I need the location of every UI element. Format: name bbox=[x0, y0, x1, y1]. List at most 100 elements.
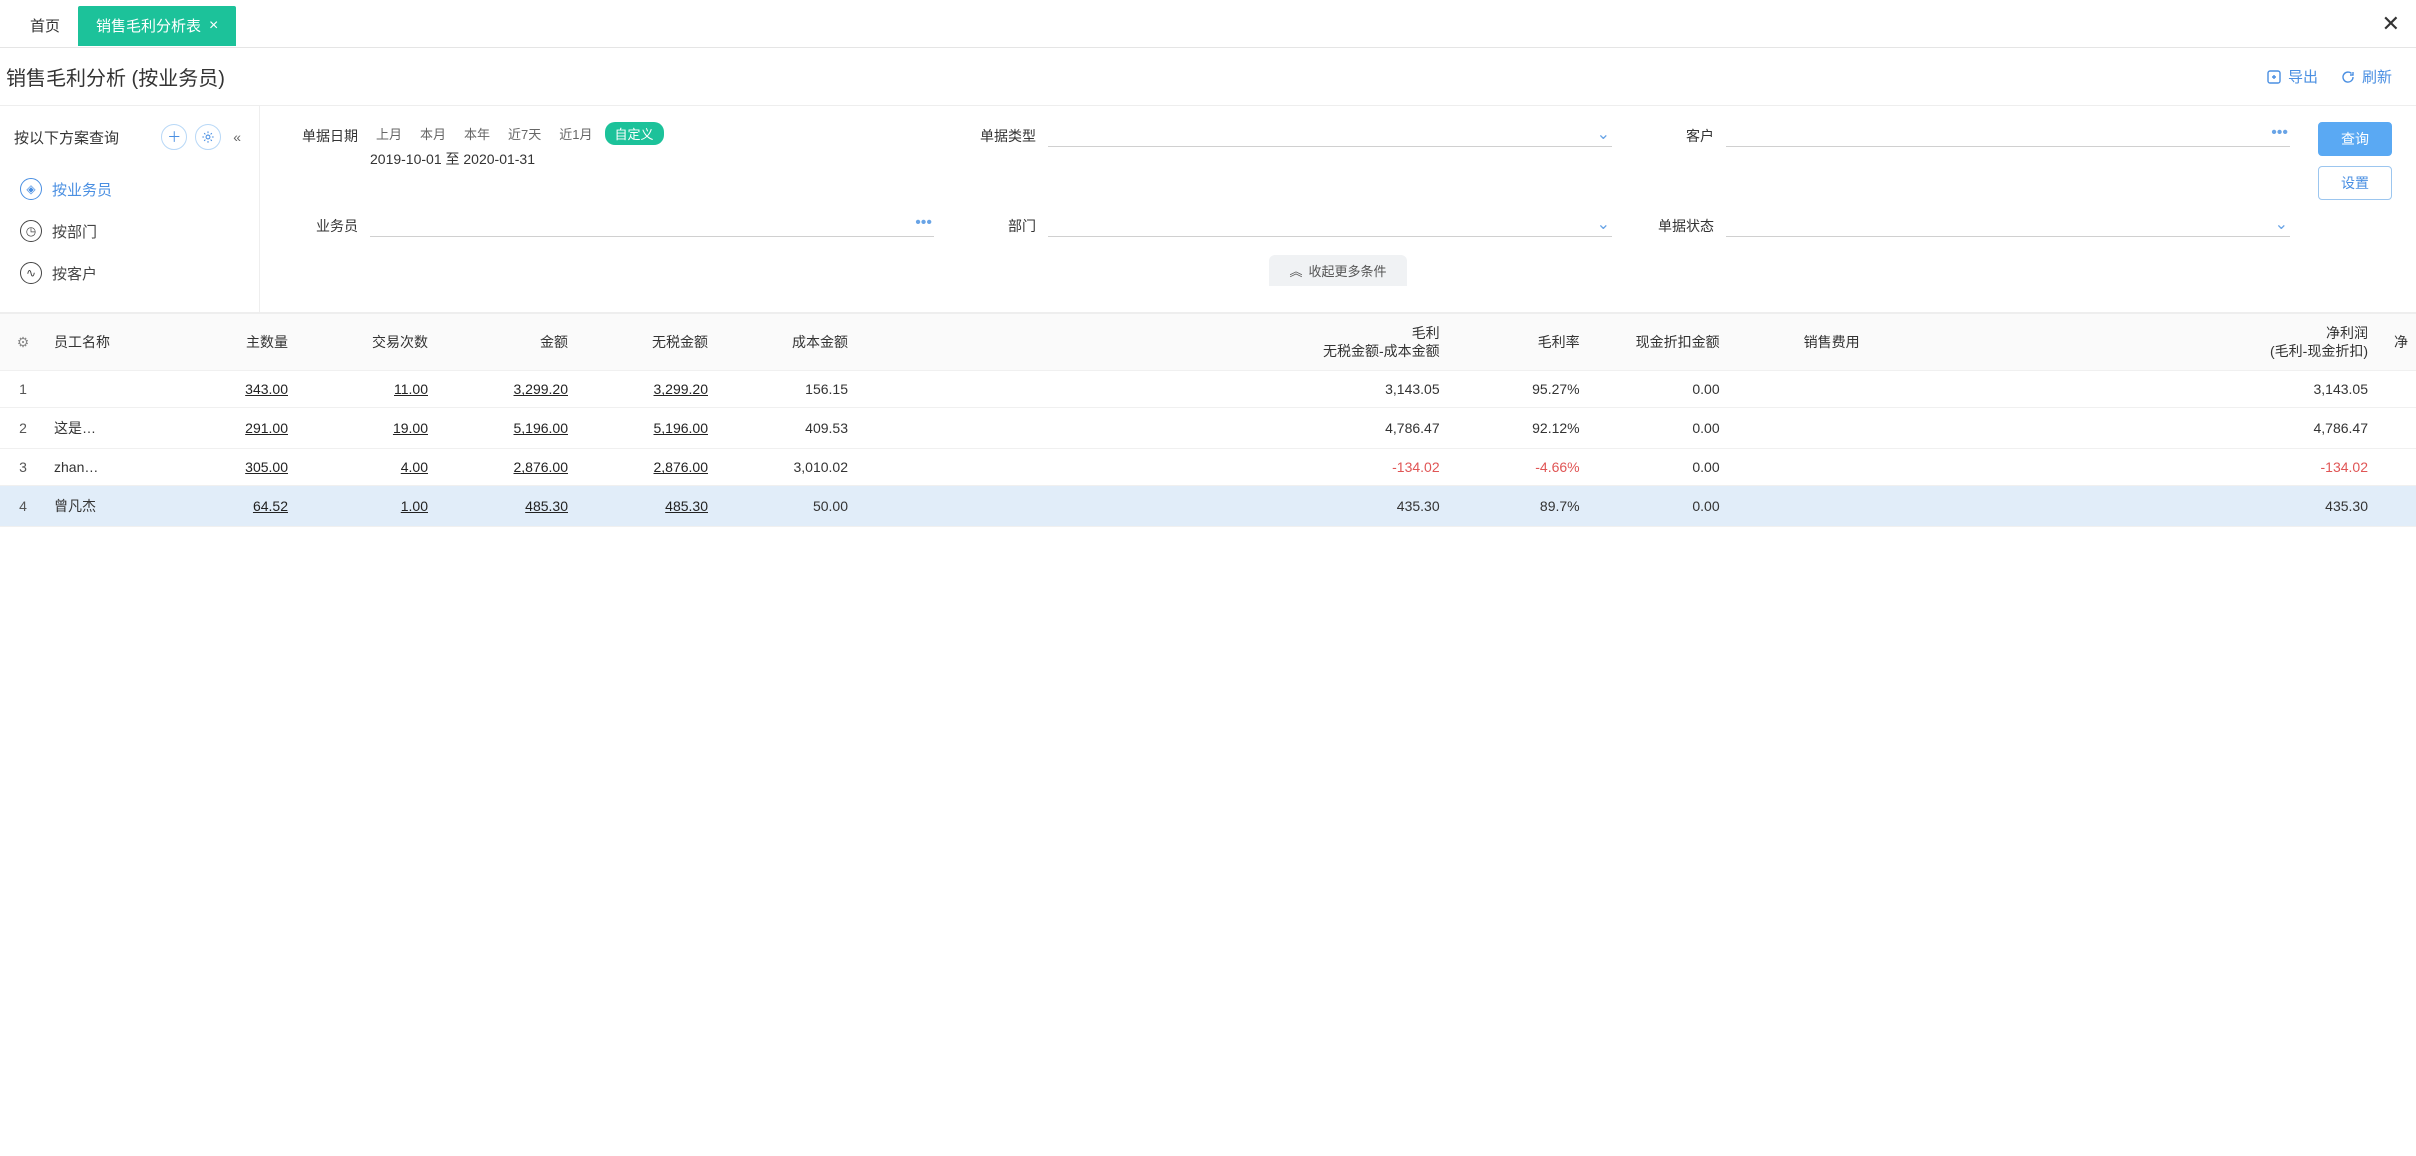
sidebar-item-customer[interactable]: ∿ 按客户 bbox=[14, 252, 245, 294]
cell-margin: 92.12% bbox=[1448, 408, 1588, 449]
query-button[interactable]: 查询 bbox=[2318, 122, 2392, 156]
cell-amount-notax[interactable]: 5,196.00 bbox=[576, 408, 716, 449]
col-amount[interactable]: 金额 bbox=[436, 314, 576, 371]
date-range[interactable]: 2019-10-01 至 2020-01-31 bbox=[370, 149, 934, 169]
chevron-down-icon[interactable]: ⌄ bbox=[1597, 124, 1610, 144]
col-extra[interactable]: 净 bbox=[2376, 314, 2416, 371]
chevron-down-icon[interactable]: ⌄ bbox=[1597, 214, 1610, 234]
filter-label-dept: 部门 bbox=[962, 212, 1036, 236]
tab-active-label: 销售毛利分析表 bbox=[96, 15, 201, 36]
cell-txn[interactable]: 11.00 bbox=[296, 371, 436, 408]
cell-txn[interactable]: 4.00 bbox=[296, 449, 436, 486]
add-scheme-button[interactable]: ＋ bbox=[161, 124, 187, 150]
cell-amount[interactable]: 5,196.00 bbox=[436, 408, 576, 449]
global-close-icon[interactable]: ✕ bbox=[2382, 11, 2400, 37]
filter-label-date: 单据日期 bbox=[284, 122, 358, 146]
cell-net: -134.02 bbox=[1868, 449, 2376, 486]
col-txn[interactable]: 交易次数 bbox=[296, 314, 436, 371]
row-index: 1 bbox=[0, 371, 46, 408]
tab-active[interactable]: 销售毛利分析表 × bbox=[78, 6, 236, 46]
cell-net: 4,786.47 bbox=[1868, 408, 2376, 449]
row-index: 3 bbox=[0, 449, 46, 486]
cell-qty[interactable]: 64.52 bbox=[156, 486, 296, 527]
col-salesfee[interactable]: 销售费用 bbox=[1728, 314, 1868, 371]
table-row[interactable]: 2这是…291.0019.005,196.005,196.00409.534,7… bbox=[0, 408, 2416, 449]
cell-cost: 409.53 bbox=[716, 408, 856, 449]
cell-cost: 50.00 bbox=[716, 486, 856, 527]
collapse-sidebar-icon[interactable]: « bbox=[229, 129, 245, 145]
cell-salesfee bbox=[1728, 486, 1868, 527]
table-settings-icon[interactable]: ⚙ bbox=[0, 314, 46, 371]
cell-amount-notax[interactable]: 3,299.20 bbox=[576, 371, 716, 408]
cell-amount-notax[interactable]: 485.30 bbox=[576, 486, 716, 527]
col-gross[interactable]: 毛利无税金额-成本金额 bbox=[856, 314, 1448, 371]
date-presets: 上月 本月 本年 近7天 近1月 自定义 bbox=[370, 122, 934, 145]
tabs-bar: 首页 销售毛利分析表 × ✕ bbox=[0, 0, 2416, 48]
doc-type-select[interactable] bbox=[1048, 122, 1612, 147]
row-index: 4 bbox=[0, 486, 46, 527]
table-row[interactable]: 3zhan…305.004.002,876.002,876.003,010.02… bbox=[0, 449, 2416, 486]
collapse-filters-button[interactable]: ︽ 收起更多条件 bbox=[1269, 255, 1406, 286]
close-icon[interactable]: × bbox=[209, 17, 218, 35]
salesperson-input[interactable] bbox=[370, 212, 934, 237]
cell-gross: 3,143.05 bbox=[856, 371, 1448, 408]
export-icon bbox=[2266, 69, 2282, 85]
col-net[interactable]: 净利润(毛利-现金折扣) bbox=[1868, 314, 2376, 371]
page-title: 销售毛利分析 (按业务员) bbox=[6, 62, 225, 91]
preset-1m[interactable]: 近1月 bbox=[553, 122, 598, 145]
cell-txn[interactable]: 19.00 bbox=[296, 408, 436, 449]
dept-select[interactable] bbox=[1048, 212, 1612, 237]
cell-amount[interactable]: 2,876.00 bbox=[436, 449, 576, 486]
col-amount-notax[interactable]: 无税金额 bbox=[576, 314, 716, 371]
cell-gross: 4,786.47 bbox=[856, 408, 1448, 449]
preset-this-year[interactable]: 本年 bbox=[458, 122, 496, 145]
cube-icon: ◈ bbox=[20, 178, 42, 200]
export-button[interactable]: 导出 bbox=[2266, 66, 2318, 87]
chevron-down-icon[interactable]: ⌄ bbox=[2275, 214, 2288, 234]
filter-label-doctype: 单据类型 bbox=[962, 122, 1036, 146]
cell-txn[interactable]: 1.00 bbox=[296, 486, 436, 527]
table-row[interactable]: 4曾凡杰64.521.00485.30485.3050.00435.3089.7… bbox=[0, 486, 2416, 527]
sidebar: 按以下方案查询 ＋ « ◈ 按业务员 ◷ 按部门 ∿ 按客户 bbox=[0, 106, 260, 312]
cell-amount[interactable]: 485.30 bbox=[436, 486, 576, 527]
chart-icon: ∿ bbox=[20, 262, 42, 284]
settings-button[interactable]: 设置 bbox=[2318, 166, 2392, 200]
cell-qty[interactable]: 343.00 bbox=[156, 371, 296, 408]
more-icon[interactable]: ••• bbox=[2271, 124, 2288, 142]
cell-margin: 95.27% bbox=[1448, 371, 1588, 408]
row-index: 2 bbox=[0, 408, 46, 449]
gear-icon[interactable] bbox=[195, 124, 221, 150]
preset-7d[interactable]: 近7天 bbox=[502, 122, 547, 145]
preset-last-month[interactable]: 上月 bbox=[370, 122, 408, 145]
col-margin[interactable]: 毛利率 bbox=[1448, 314, 1588, 371]
cell-name: 曾凡杰 bbox=[46, 486, 156, 527]
refresh-button[interactable]: 刷新 bbox=[2340, 66, 2392, 87]
cell-qty[interactable]: 305.00 bbox=[156, 449, 296, 486]
col-cost[interactable]: 成本金额 bbox=[716, 314, 856, 371]
filter-panel: 单据日期 上月 本月 本年 近7天 近1月 自定义 2019-10-01 至 2… bbox=[260, 106, 2416, 312]
sidebar-item-label: 按业务员 bbox=[52, 179, 112, 200]
cell-amount[interactable]: 3,299.20 bbox=[436, 371, 576, 408]
more-icon[interactable]: ••• bbox=[915, 214, 932, 232]
refresh-icon bbox=[2340, 69, 2356, 85]
sidebar-item-department[interactable]: ◷ 按部门 bbox=[14, 210, 245, 252]
sidebar-item-label: 按客户 bbox=[52, 263, 97, 284]
customer-input[interactable] bbox=[1726, 122, 2290, 147]
cell-qty[interactable]: 291.00 bbox=[156, 408, 296, 449]
col-qty[interactable]: 主数量 bbox=[156, 314, 296, 371]
tab-home[interactable]: 首页 bbox=[12, 6, 78, 46]
table-row[interactable]: 1343.0011.003,299.203,299.20156.153,143.… bbox=[0, 371, 2416, 408]
cell-net: 3,143.05 bbox=[1868, 371, 2376, 408]
preset-this-month[interactable]: 本月 bbox=[414, 122, 452, 145]
cell-cashdisc: 0.00 bbox=[1588, 486, 1728, 527]
cell-gross: -134.02 bbox=[856, 449, 1448, 486]
cell-net: 435.30 bbox=[1868, 486, 2376, 527]
doc-status-select[interactable] bbox=[1726, 212, 2290, 237]
col-cashdisc[interactable]: 现金折扣金额 bbox=[1588, 314, 1728, 371]
sidebar-item-salesperson[interactable]: ◈ 按业务员 bbox=[14, 168, 245, 210]
col-name[interactable]: 员工名称 bbox=[46, 314, 156, 371]
cell-name: 这是… bbox=[46, 408, 156, 449]
cell-salesfee bbox=[1728, 449, 1868, 486]
cell-amount-notax[interactable]: 2,876.00 bbox=[576, 449, 716, 486]
preset-custom[interactable]: 自定义 bbox=[605, 122, 664, 145]
